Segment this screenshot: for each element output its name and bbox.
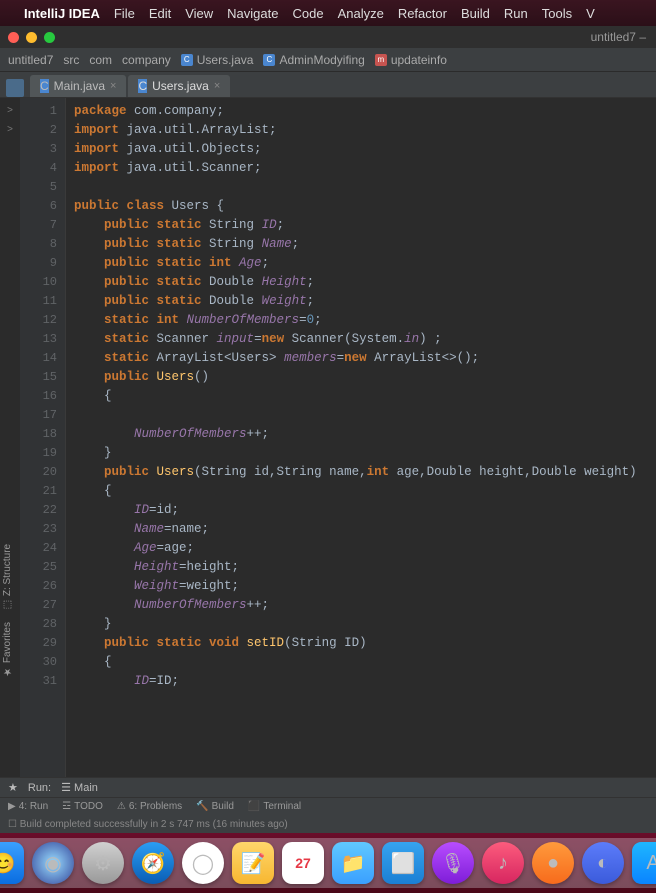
menu-view[interactable]: View [185, 6, 213, 21]
status-bar: ☐ Build completed successfully in 2 s 74… [0, 815, 656, 833]
side-toolwindow-tabs[interactable]: ★ Favorites ⬚ Z: Structure [2, 544, 13, 677]
crumb-admin[interactable]: CAdminModyifing [263, 53, 364, 67]
method-icon: m [375, 54, 387, 66]
app-name[interactable]: IntelliJ IDEA [24, 6, 100, 21]
dock-app-settings[interactable]: ⚙ [82, 842, 124, 884]
run-config-name[interactable]: ☰ Main [61, 781, 98, 794]
dock-app-safari[interactable]: 🧭 [132, 842, 174, 884]
dock-app-calendar[interactable]: 27 [282, 842, 324, 884]
line-number-gutter[interactable]: 1234567891011121314151617181920212223242… [20, 98, 66, 777]
dock-app-podcasts[interactable]: 🎙 [432, 842, 474, 884]
macos-menubar: IntelliJ IDEA File Edit View Navigate Co… [0, 0, 656, 26]
window-title: untitled7 – [591, 30, 646, 44]
breadcrumb-bar: untitled7 src com company CUsers.java CA… [0, 48, 656, 72]
dock-app-finder[interactable]: 😊 [0, 842, 24, 884]
class-icon: C [181, 54, 193, 66]
class-icon: C [138, 79, 147, 93]
crumb-project[interactable]: untitled7 [8, 53, 53, 67]
code-area[interactable]: package com.company;import java.util.Arr… [66, 98, 656, 777]
dock-app-files[interactable]: 📁 [332, 842, 374, 884]
maximize-window-button[interactable] [44, 32, 55, 43]
menu-analyze[interactable]: Analyze [338, 6, 384, 21]
structure-tab[interactable]: ⬚ Z: Structure [2, 544, 13, 610]
class-icon: C [40, 79, 49, 93]
close-window-button[interactable] [8, 32, 19, 43]
menu-run[interactable]: Run [504, 6, 528, 21]
tool-todo[interactable]: ☲ TODO [62, 801, 103, 812]
dock-app-appstore[interactable]: A [632, 842, 656, 884]
close-tab-icon[interactable]: × [214, 80, 220, 92]
crumb-file[interactable]: CUsers.java [181, 53, 254, 67]
dock-background: 😊 ◉ ⚙ 🧭 ◯ 📝 27 📁 ⬜ 🎙 ♪ ● ◐ A [0, 833, 656, 893]
dock-app-notes[interactable]: 📝 [232, 842, 274, 884]
close-tab-icon[interactable]: × [110, 80, 116, 92]
class-icon: C [263, 54, 275, 66]
crumb-method[interactable]: mupdateinfo [375, 53, 447, 67]
status-message: Build completed successfully in 2 s 747 … [20, 819, 288, 830]
editor-tabbar: C Main.java × C Users.java × [0, 72, 656, 98]
menu-edit[interactable]: Edit [149, 6, 171, 21]
menu-build[interactable]: Build [461, 6, 490, 21]
dock-app-generic2[interactable]: ◐ [582, 842, 624, 884]
dock-app-generic1[interactable]: ⬜ [382, 842, 424, 884]
code-editor[interactable]: >> 1234567891011121314151617181920212223… [0, 98, 656, 777]
dock-app-siri[interactable]: ◉ [32, 842, 74, 884]
favorites-star-icon[interactable]: ★ [8, 781, 18, 794]
favorites-tab[interactable]: ★ Favorites [2, 622, 13, 677]
run-toolbar: ★ Run: ☰ Main [0, 777, 656, 797]
dock-app-chrome[interactable]: ◯ [182, 842, 224, 884]
menu-refactor[interactable]: Refactor [398, 6, 447, 21]
tool-run[interactable]: ▶ 4: Run [8, 801, 48, 812]
crumb-com[interactable]: com [89, 53, 112, 67]
menu-more[interactable]: V [586, 6, 595, 21]
tab-users[interactable]: C Users.java × [128, 75, 230, 97]
menu-code[interactable]: Code [292, 6, 323, 21]
project-tool-button[interactable] [6, 79, 24, 97]
crumb-src[interactable]: src [63, 53, 79, 67]
bottom-toolwindow-bar: ▶ 4: Run ☲ TODO ⚠ 6: Problems 🔨 Build ⬛ … [0, 797, 656, 815]
build-status-icon: ☐ [8, 819, 17, 830]
tool-build[interactable]: 🔨 Build [196, 801, 234, 812]
dock-app-books[interactable]: ● [532, 842, 574, 884]
tool-problems[interactable]: ⚠ 6: Problems [117, 801, 182, 812]
dock-app-music[interactable]: ♪ [482, 842, 524, 884]
menu-file[interactable]: File [114, 6, 135, 21]
macos-dock: 😊 ◉ ⚙ 🧭 ◯ 📝 27 📁 ⬜ 🎙 ♪ ● ◐ A [0, 838, 656, 888]
traffic-lights [8, 32, 55, 43]
minimize-window-button[interactable] [26, 32, 37, 43]
crumb-company[interactable]: company [122, 53, 171, 67]
run-label: Run: [28, 782, 51, 794]
window-titlebar: untitled7 – [0, 26, 656, 48]
tool-terminal[interactable]: ⬛ Terminal [248, 801, 301, 812]
menu-navigate[interactable]: Navigate [227, 6, 278, 21]
tab-main[interactable]: C Main.java × [30, 75, 126, 97]
menu-tools[interactable]: Tools [542, 6, 572, 21]
